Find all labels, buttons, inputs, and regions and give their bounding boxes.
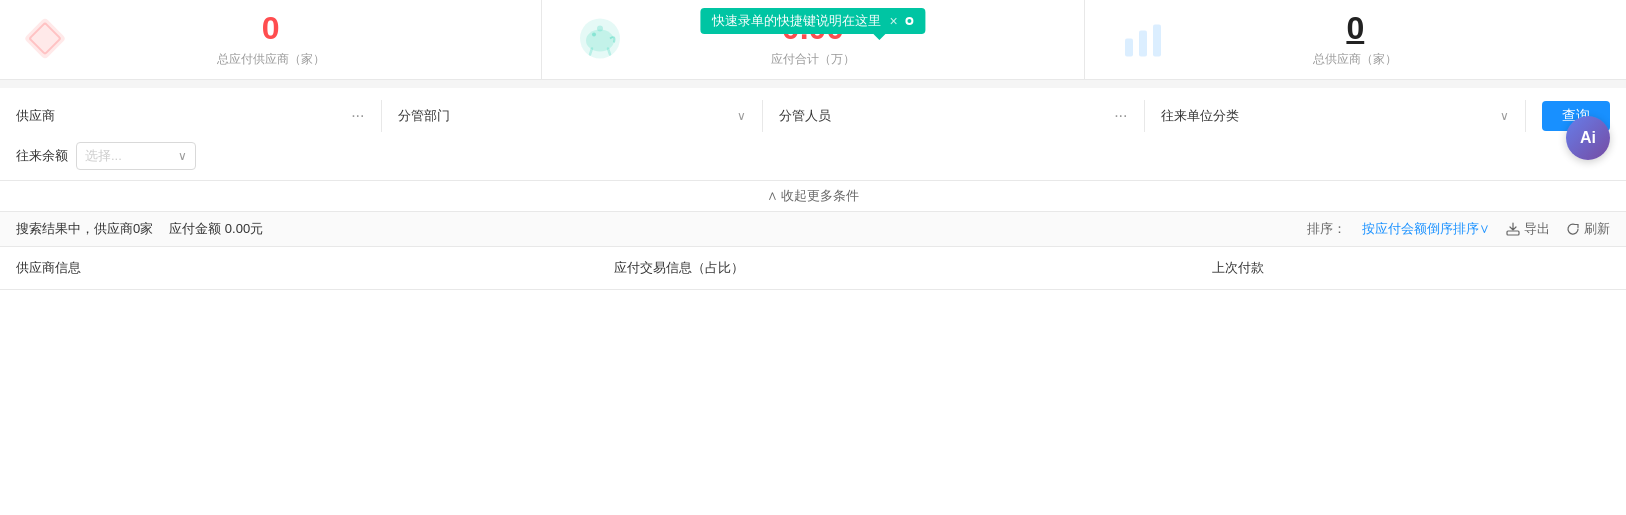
refresh-label: 刷新: [1584, 220, 1610, 238]
person-input[interactable]: [839, 109, 1114, 124]
ai-label: Ai: [1580, 129, 1596, 147]
table-col-supplier-info: 供应商信息: [16, 259, 614, 277]
department-filter: 分管部门 ∨: [382, 100, 764, 132]
department-arrow-icon: ∨: [737, 109, 746, 123]
table-col-last-payment: 上次付款: [1212, 259, 1611, 277]
results-info: 搜索结果中，供应商0家 应付金额 0.00元: [16, 220, 263, 238]
tooltip-close-icon[interactable]: ×: [889, 13, 897, 29]
person-label: 分管人员: [779, 107, 831, 125]
results-actions: 排序： 按应付会额倒序排序∨ 导出 刷新: [1307, 220, 1610, 238]
chart-icon: [1115, 10, 1171, 69]
svg-point-5: [597, 25, 603, 31]
balance-placeholder: 选择...: [85, 147, 178, 165]
export-button[interactable]: 导出: [1506, 220, 1550, 238]
unit-class-arrow-icon: ∨: [1500, 109, 1509, 123]
stat-total-payable-suppliers: 0 总应付供应商（家）: [0, 0, 542, 79]
supplier-label: 供应商: [16, 107, 55, 125]
sort-label: 排序：: [1307, 220, 1346, 238]
export-icon: [1506, 222, 1520, 236]
department-label: 分管部门: [398, 107, 450, 125]
tooltip-banner: 快速录单的快捷键说明在这里 ×: [700, 8, 925, 34]
table-header: 供应商信息 应付交易信息（占比） 上次付款: [0, 247, 1626, 290]
stat-total-suppliers: 0 总供应商（家）: [1085, 0, 1626, 79]
collapse-bar[interactable]: ∧ 收起更多条件: [0, 181, 1626, 212]
refresh-icon: [1566, 222, 1580, 236]
refresh-button[interactable]: 刷新: [1566, 220, 1610, 238]
export-label: 导出: [1524, 220, 1550, 238]
tooltip-dot: [906, 17, 914, 25]
department-select[interactable]: ∨: [458, 109, 747, 123]
balance-select[interactable]: 选择... ∨: [76, 142, 196, 170]
filter-row-2: 往来余额 选择... ∨: [16, 142, 1610, 180]
svg-rect-8: [1153, 24, 1161, 56]
results-bar: 搜索结果中，供应商0家 应付金额 0.00元 排序： 按应付会额倒序排序∨ 导出…: [0, 212, 1626, 247]
svg-rect-6: [1125, 38, 1133, 56]
person-dots-icon[interactable]: ···: [1114, 107, 1127, 125]
filter-row-1: 供应商 ··· 分管部门 ∨ 分管人员 ··· 往来单位分类 ∨: [16, 100, 1610, 132]
svg-point-4: [592, 32, 596, 36]
stats-bar: 0 总应付供应商（家） 快速录单的快捷键说明在这里 × 0.00 应付合计（万）: [0, 0, 1626, 80]
svg-rect-9: [1507, 231, 1519, 235]
svg-rect-7: [1139, 30, 1147, 56]
supplier-filter: 供应商 ···: [16, 100, 382, 132]
ai-badge[interactable]: Ai: [1566, 116, 1610, 160]
person-filter: 分管人员 ···: [763, 100, 1145, 132]
filter-bar: 供应商 ··· 分管部门 ∨ 分管人员 ··· 往来单位分类 ∨: [0, 88, 1626, 181]
table-body: [0, 290, 1626, 515]
balance-arrow-icon: ∨: [178, 149, 187, 163]
stat-payable-total: 快速录单的快捷键说明在这里 × 0.00 应付合计（万）: [542, 0, 1084, 79]
unit-class-select[interactable]: ∨: [1247, 109, 1510, 123]
sort-value[interactable]: 按应付会额倒序排序∨: [1362, 220, 1490, 238]
supplier-dots-icon[interactable]: ···: [351, 107, 364, 125]
unit-class-label: 往来单位分类: [1161, 107, 1239, 125]
payable-total-label: 应付合计（万）: [771, 51, 855, 68]
supplier-input[interactable]: [63, 109, 351, 124]
supplier-count-text: 搜索结果中，供应商0家: [16, 220, 153, 238]
total-suppliers-label: 总供应商（家）: [1313, 51, 1397, 68]
table-col-payable-info: 应付交易信息（占比）: [614, 259, 1212, 277]
balance-label: 往来余额: [16, 147, 68, 165]
payable-amount-text: 应付金额 0.00元: [169, 220, 263, 238]
collapse-text: ∧ 收起更多条件: [767, 188, 860, 203]
diamond-icon: [20, 13, 70, 66]
svg-point-3: [586, 29, 614, 51]
tooltip-text: 快速录单的快捷键说明在这里: [712, 12, 881, 30]
total-payable-suppliers-number: 0: [262, 11, 280, 46]
piggy-icon: [572, 10, 628, 69]
unit-class-filter: 往来单位分类 ∨: [1145, 100, 1527, 132]
total-payable-suppliers-label: 总应付供应商（家）: [217, 51, 325, 68]
total-suppliers-number: 0: [1346, 11, 1364, 46]
